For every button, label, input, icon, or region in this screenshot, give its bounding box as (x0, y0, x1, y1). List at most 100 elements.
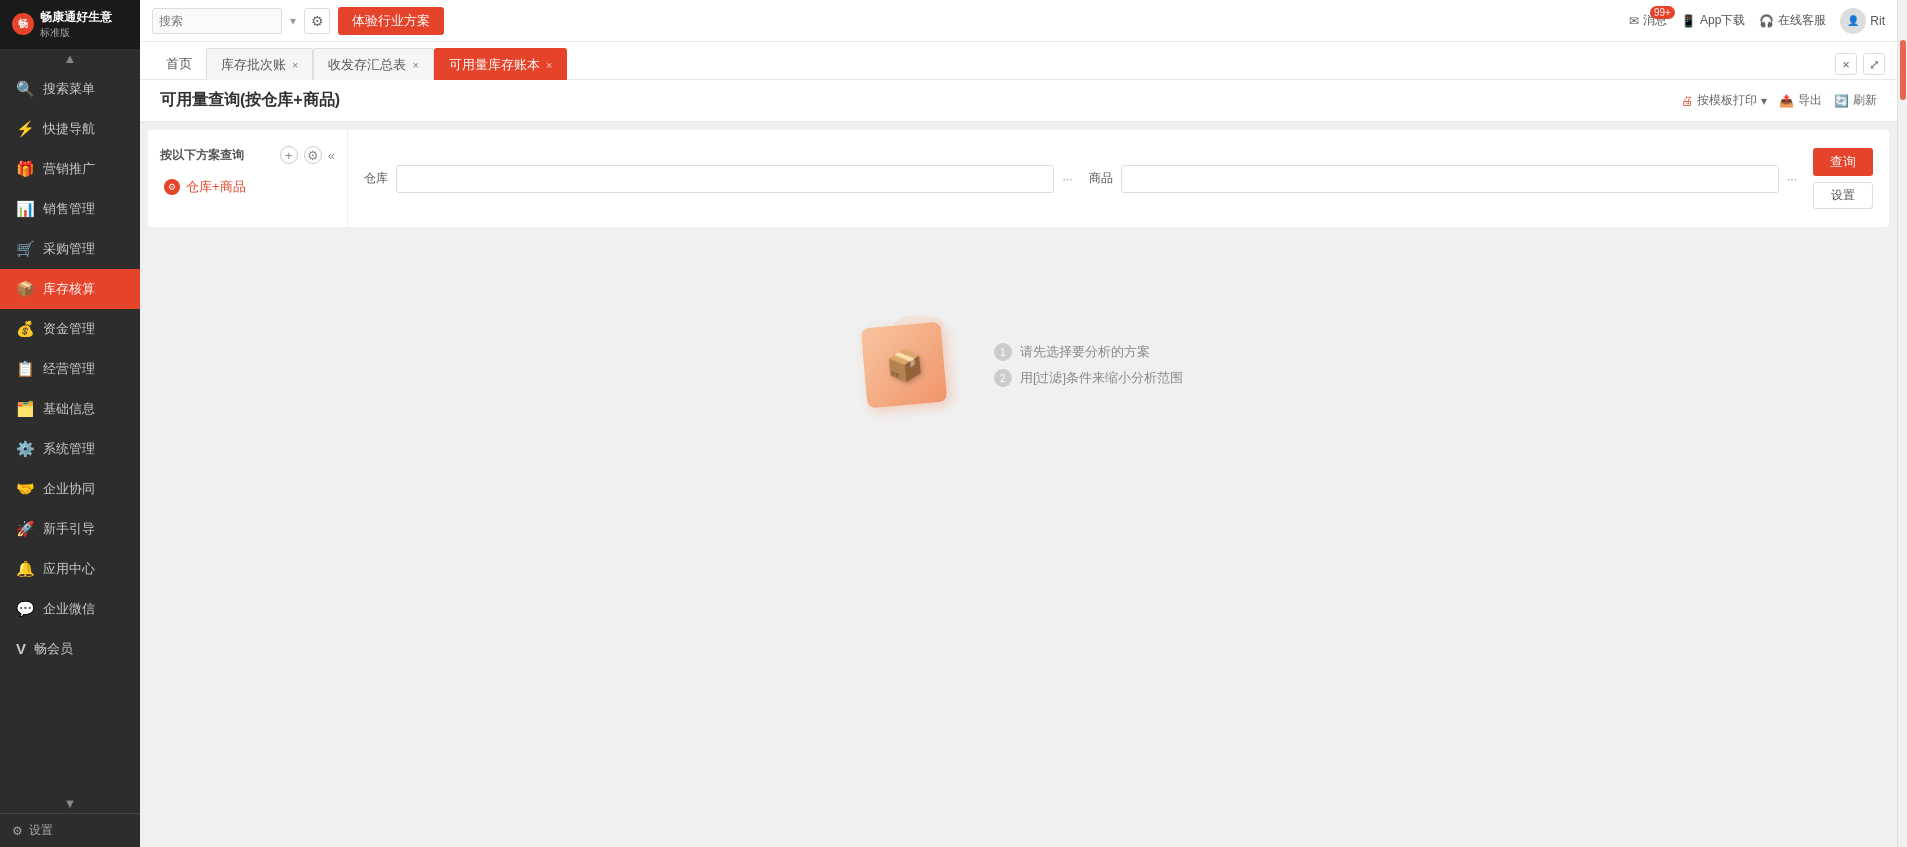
sidebar-item-newbie[interactable]: 🚀 新手引导 (0, 509, 140, 549)
sidebar-item-system[interactable]: ⚙️ 系统管理 (0, 429, 140, 469)
query-button[interactable]: 查询 (1813, 148, 1873, 176)
online-service-button[interactable]: 🎧 在线客服 (1759, 12, 1826, 29)
scheme-settings-button[interactable]: ⚙ (304, 146, 322, 164)
sidebar-item-label: 搜索菜单 (43, 80, 95, 98)
refresh-button[interactable]: 🔄 刷新 (1834, 92, 1877, 109)
scheme-item-warehouse-goods[interactable]: ⚙ 仓库+商品 (148, 170, 347, 204)
sidebar-item-operations[interactable]: 📋 经营管理 (0, 349, 140, 389)
empty-state-content: 📦 1 请先选择要分析的方案 2 用[过滤]条件来缩小分析范围 (854, 315, 1183, 415)
print-dropdown-icon[interactable]: ▾ (1761, 94, 1767, 108)
sidebar-bottom-settings[interactable]: ⚙ 设置 (0, 813, 140, 847)
sidebar-item-inventory[interactable]: 📦 库存核算 (0, 269, 140, 309)
scheme-item-label: 仓库+商品 (186, 178, 246, 196)
app-name: 畅康通好生意 (40, 10, 112, 26)
hint-num-1: 1 (994, 343, 1012, 361)
settings-button[interactable]: 设置 (1813, 182, 1873, 209)
template-print-button[interactable]: 🖨 按模板打印 ▾ (1681, 92, 1767, 109)
sidebar-item-purchase[interactable]: 🛒 采购管理 (0, 229, 140, 269)
export-button[interactable]: 📤 导出 (1779, 92, 1822, 109)
online-service-label: 在线客服 (1778, 12, 1826, 29)
warehouse-filter-input[interactable] (396, 165, 1054, 193)
empty-illustration: 📦 (854, 315, 954, 415)
tab-summary-close[interactable]: × (412, 59, 418, 71)
sidebar-item-label: 基础信息 (43, 400, 95, 418)
sidebar-header: 畅 畅康通好生意 标准版 (0, 0, 140, 49)
schemes-title: 按以下方案查询 (160, 147, 274, 164)
refresh-icon: 🔄 (1834, 94, 1849, 108)
app-version: 标准版 (40, 26, 112, 39)
dropdown-arrow-icon[interactable]: ▾ (290, 14, 296, 28)
warehouse-more-icon[interactable]: ··· (1062, 172, 1072, 186)
gear-button[interactable]: ⚙ (304, 8, 330, 34)
message-button[interactable]: ✉ 消息 99+ (1629, 12, 1667, 29)
hint-item-1: 1 请先选择要分析的方案 (994, 343, 1183, 361)
system-icon: ⚙️ (16, 440, 35, 458)
query-schemes-header: 按以下方案查询 + ⚙ « (148, 140, 347, 170)
newbie-icon: 🚀 (16, 520, 35, 538)
empty-hints: 1 请先选择要分析的方案 2 用[过滤]条件来缩小分析范围 (994, 343, 1183, 387)
sidebar-item-label: 企业微信 (43, 600, 95, 618)
tab-expand-button[interactable]: ⤢ (1863, 53, 1885, 75)
collapse-button[interactable]: « (328, 148, 335, 163)
operations-icon: 📋 (16, 360, 35, 378)
search-input[interactable] (152, 8, 282, 34)
user-profile-button[interactable]: 👤 Rit (1840, 8, 1885, 34)
top-bar: ▾ ⚙ 体验行业方案 ✉ 消息 99+ 📱 App下载 🎧 在线客服 � (140, 0, 1897, 42)
tab-available[interactable]: 可用量库存账本 × (434, 48, 567, 80)
sidebar-item-search[interactable]: 🔍 搜索菜单 (0, 69, 140, 109)
goods-filter-label: 商品 (1089, 170, 1113, 187)
sidebar-item-wechat[interactable]: 💬 企业微信 (0, 589, 140, 629)
sidebar-item-label: 快捷导航 (43, 120, 95, 138)
sidebar-item-label: 销售管理 (43, 200, 95, 218)
sidebar-item-enterprise[interactable]: 🤝 企业协同 (0, 469, 140, 509)
sidebar-item-label: 新手引导 (43, 520, 95, 538)
filter-area: 仓库 ··· 商品 ··· 查询 设置 (348, 130, 1889, 227)
sidebar-item-label: 系统管理 (43, 440, 95, 458)
empty-box-icon: 📦 (861, 322, 948, 409)
tab-batch-label: 库存批次账 (221, 56, 286, 74)
tab-bar: 首页 库存批次账 × 收发存汇总表 × 可用量库存账本 × × ⤢ (140, 42, 1897, 80)
goods-more-icon[interactable]: ··· (1787, 172, 1797, 186)
page-title: 可用量查询(按仓库+商品) (160, 90, 340, 111)
message-badge: 99+ (1650, 6, 1675, 19)
inventory-icon: 📦 (16, 280, 35, 298)
finance-icon: 💰 (16, 320, 35, 338)
expand-icon: ⤢ (1869, 57, 1880, 72)
hint-text-2: 用[过滤]条件来缩小分析范围 (1020, 369, 1183, 387)
app-download-button[interactable]: 📱 App下载 (1681, 12, 1745, 29)
tab-available-label: 可用量库存账本 (449, 56, 540, 74)
sidebar-item-label: 应用中心 (43, 560, 95, 578)
sidebar-item-basic[interactable]: 🗂️ 基础信息 (0, 389, 140, 429)
settings-icon: ⚙ (12, 824, 23, 838)
sidebar-item-label: 畅会员 (34, 640, 73, 658)
content-area: 可用量查询(按仓库+商品) 🖨 按模板打印 ▾ 📤 导出 🔄 刷新 (140, 80, 1897, 847)
tab-batch-close[interactable]: × (292, 59, 298, 71)
sidebar-item-label: 采购管理 (43, 240, 95, 258)
tab-home[interactable]: 首页 (152, 48, 206, 80)
sidebar-item-sales[interactable]: 📊 销售管理 (0, 189, 140, 229)
right-scrollbar[interactable] (1897, 0, 1907, 847)
sidebar-scroll-up[interactable]: ▲ (0, 49, 140, 69)
query-schemes: 按以下方案查询 + ⚙ « ⚙ 仓库+商品 (148, 130, 348, 227)
goods-filter-input[interactable] (1121, 165, 1779, 193)
wechat-icon: 💬 (16, 600, 35, 618)
hint-item-2: 2 用[过滤]条件来缩小分析范围 (994, 369, 1183, 387)
tab-close-all-button[interactable]: × (1835, 53, 1857, 75)
basic-icon: 🗂️ (16, 400, 35, 418)
sidebar-scroll-down[interactable]: ▼ (0, 793, 140, 813)
tab-available-close[interactable]: × (546, 59, 552, 71)
sidebar-item-appstore[interactable]: 🔔 应用中心 (0, 549, 140, 589)
marketing-icon: 🎁 (16, 160, 35, 178)
hint-num-2: 2 (994, 369, 1012, 387)
add-scheme-button[interactable]: + (280, 146, 298, 164)
sidebar-item-marketing[interactable]: 🎁 营销推广 (0, 149, 140, 189)
tab-bar-end: × ⤢ (1835, 53, 1885, 79)
page-header-actions: 🖨 按模板打印 ▾ 📤 导出 🔄 刷新 (1681, 92, 1877, 109)
sidebar-item-finance[interactable]: 💰 资金管理 (0, 309, 140, 349)
tab-batch[interactable]: 库存批次账 × (206, 48, 313, 80)
solution-button[interactable]: 体验行业方案 (338, 7, 444, 35)
sidebar-item-shortcut[interactable]: ⚡ 快捷导航 (0, 109, 140, 149)
sidebar-bottom-label: 设置 (29, 822, 53, 839)
sidebar-item-member[interactable]: V 畅会员 (0, 629, 140, 669)
tab-summary[interactable]: 收发存汇总表 × (313, 48, 433, 80)
